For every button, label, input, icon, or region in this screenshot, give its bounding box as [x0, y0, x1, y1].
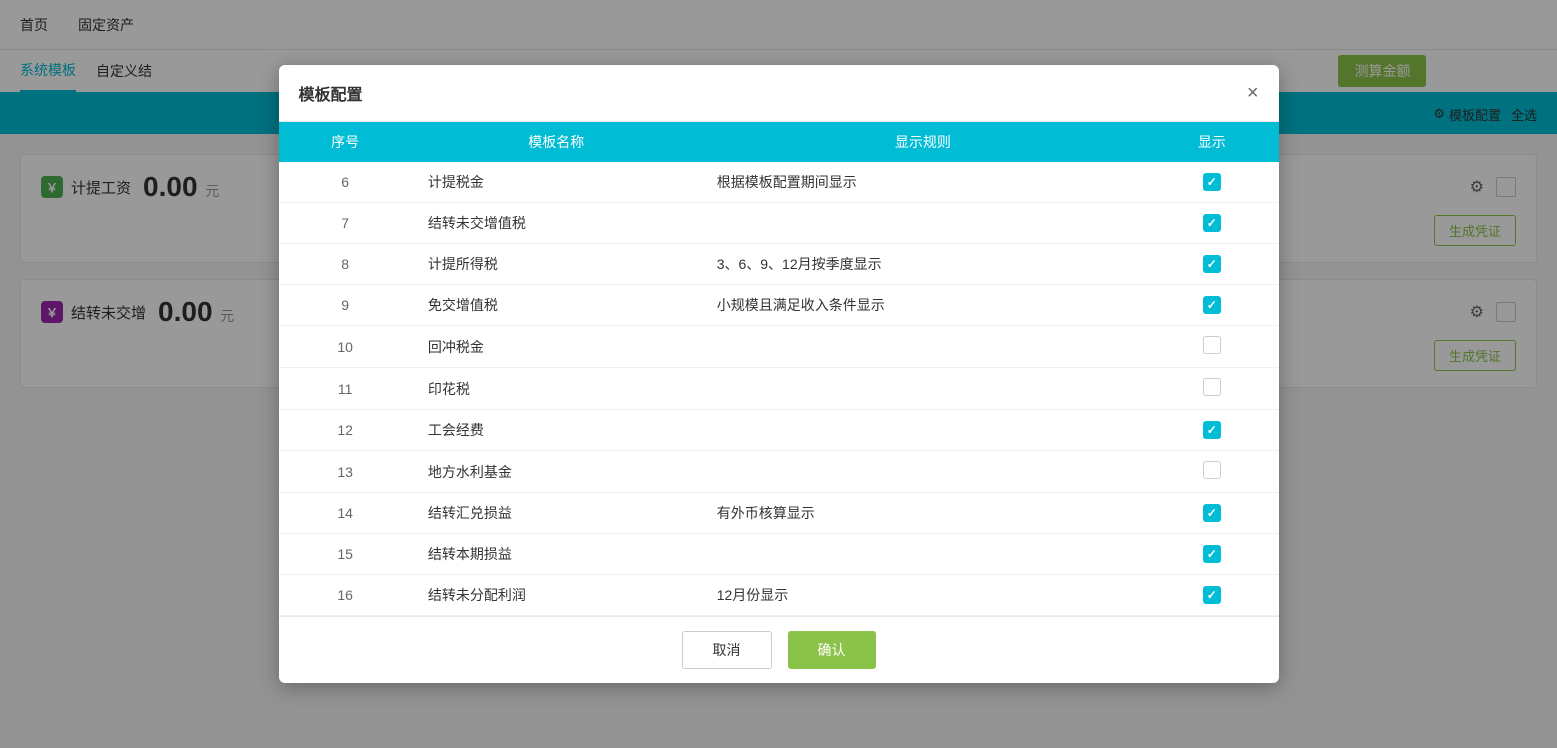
modal-footer: 取消 确认	[279, 616, 1279, 683]
cell-rule	[701, 368, 1145, 410]
table-row: 13地方水利基金	[279, 451, 1279, 493]
checkbox-7[interactable]	[1203, 214, 1221, 232]
cell-checkbox[interactable]	[1145, 451, 1278, 493]
table-header-row: 序号 模板名称 显示规则 显示	[279, 122, 1279, 162]
modal-template-config: 模板配置 × 序号 模板名称 显示规则 显示 6计提税金根据模板配置期间显	[279, 65, 1279, 683]
checkbox-8[interactable]	[1203, 255, 1221, 273]
cell-no: 15	[279, 534, 412, 575]
col-header-rule: 显示规则	[701, 122, 1145, 162]
cell-name: 工会经费	[412, 410, 701, 451]
cell-checkbox[interactable]	[1145, 244, 1278, 285]
modal-overlay: 模板配置 × 序号 模板名称 显示规则 显示 6计提税金根据模板配置期间显	[0, 0, 1557, 748]
cell-name: 结转未分配利润	[412, 575, 701, 616]
cell-rule: 根据模板配置期间显示	[701, 162, 1145, 203]
modal-close-button[interactable]: ×	[1247, 83, 1259, 103]
col-header-no: 序号	[279, 122, 412, 162]
checkbox-16[interactable]	[1203, 586, 1221, 604]
table-row: 8计提所得税3、6、9、12月按季度显示	[279, 244, 1279, 285]
cell-no: 8	[279, 244, 412, 285]
col-header-name: 模板名称	[412, 122, 701, 162]
cell-no: 13	[279, 451, 412, 493]
cell-rule	[701, 410, 1145, 451]
cell-no: 14	[279, 493, 412, 534]
cell-checkbox[interactable]	[1145, 368, 1278, 410]
cell-name: 计提所得税	[412, 244, 701, 285]
table-row: 9免交增值税小规模且满足收入条件显示	[279, 285, 1279, 326]
cell-rule: 12月份显示	[701, 575, 1145, 616]
cell-checkbox[interactable]	[1145, 410, 1278, 451]
cell-checkbox[interactable]	[1145, 575, 1278, 616]
cell-checkbox[interactable]	[1145, 326, 1278, 368]
table-row: 6计提税金根据模板配置期间显示	[279, 162, 1279, 203]
checkbox-6[interactable]	[1203, 173, 1221, 191]
table-row: 12工会经费	[279, 410, 1279, 451]
cell-no: 11	[279, 368, 412, 410]
table-row: 7结转未交增值税	[279, 203, 1279, 244]
confirm-button[interactable]: 确认	[788, 631, 876, 669]
cell-name: 计提税金	[412, 162, 701, 203]
table-row: 11印花税	[279, 368, 1279, 410]
cell-rule: 有外币核算显示	[701, 493, 1145, 534]
cancel-button[interactable]: 取消	[682, 631, 772, 669]
cell-rule	[701, 534, 1145, 575]
table-row: 16结转未分配利润12月份显示	[279, 575, 1279, 616]
checkbox-9[interactable]	[1203, 296, 1221, 314]
cell-no: 16	[279, 575, 412, 616]
checkbox-15[interactable]	[1203, 545, 1221, 563]
cell-name: 结转未交增值税	[412, 203, 701, 244]
modal-header: 模板配置 ×	[279, 65, 1279, 122]
cell-name: 回冲税金	[412, 326, 701, 368]
checkbox-13[interactable]	[1203, 461, 1221, 479]
checkbox-10[interactable]	[1203, 336, 1221, 354]
cell-checkbox[interactable]	[1145, 493, 1278, 534]
cell-no: 12	[279, 410, 412, 451]
cell-checkbox[interactable]	[1145, 203, 1278, 244]
modal-title: 模板配置	[299, 81, 363, 105]
cell-rule: 小规模且满足收入条件显示	[701, 285, 1145, 326]
table-row: 14结转汇兑损益有外币核算显示	[279, 493, 1279, 534]
cell-no: 6	[279, 162, 412, 203]
cell-name: 地方水利基金	[412, 451, 701, 493]
checkbox-11[interactable]	[1203, 378, 1221, 396]
cell-checkbox[interactable]	[1145, 285, 1278, 326]
modal-body: 序号 模板名称 显示规则 显示 6计提税金根据模板配置期间显示7结转未交增值税8…	[279, 122, 1279, 616]
cell-name: 印花税	[412, 368, 701, 410]
cell-rule	[701, 203, 1145, 244]
cell-no: 9	[279, 285, 412, 326]
modal-body-wrapper: 序号 模板名称 显示规则 显示 6计提税金根据模板配置期间显示7结转未交增值税8…	[279, 122, 1279, 616]
cell-rule	[701, 451, 1145, 493]
cell-name: 结转汇兑损益	[412, 493, 701, 534]
cell-rule: 3、6、9、12月按季度显示	[701, 244, 1145, 285]
cell-checkbox[interactable]	[1145, 162, 1278, 203]
config-table: 序号 模板名称 显示规则 显示 6计提税金根据模板配置期间显示7结转未交增值税8…	[279, 122, 1279, 616]
checkbox-12[interactable]	[1203, 421, 1221, 439]
cell-rule	[701, 326, 1145, 368]
cell-no: 7	[279, 203, 412, 244]
checkbox-14[interactable]	[1203, 504, 1221, 522]
cell-no: 10	[279, 326, 412, 368]
cell-name: 免交增值税	[412, 285, 701, 326]
cell-name: 结转本期损益	[412, 534, 701, 575]
cell-checkbox[interactable]	[1145, 534, 1278, 575]
col-header-display: 显示	[1145, 122, 1278, 162]
table-row: 10回冲税金	[279, 326, 1279, 368]
table-row: 15结转本期损益	[279, 534, 1279, 575]
